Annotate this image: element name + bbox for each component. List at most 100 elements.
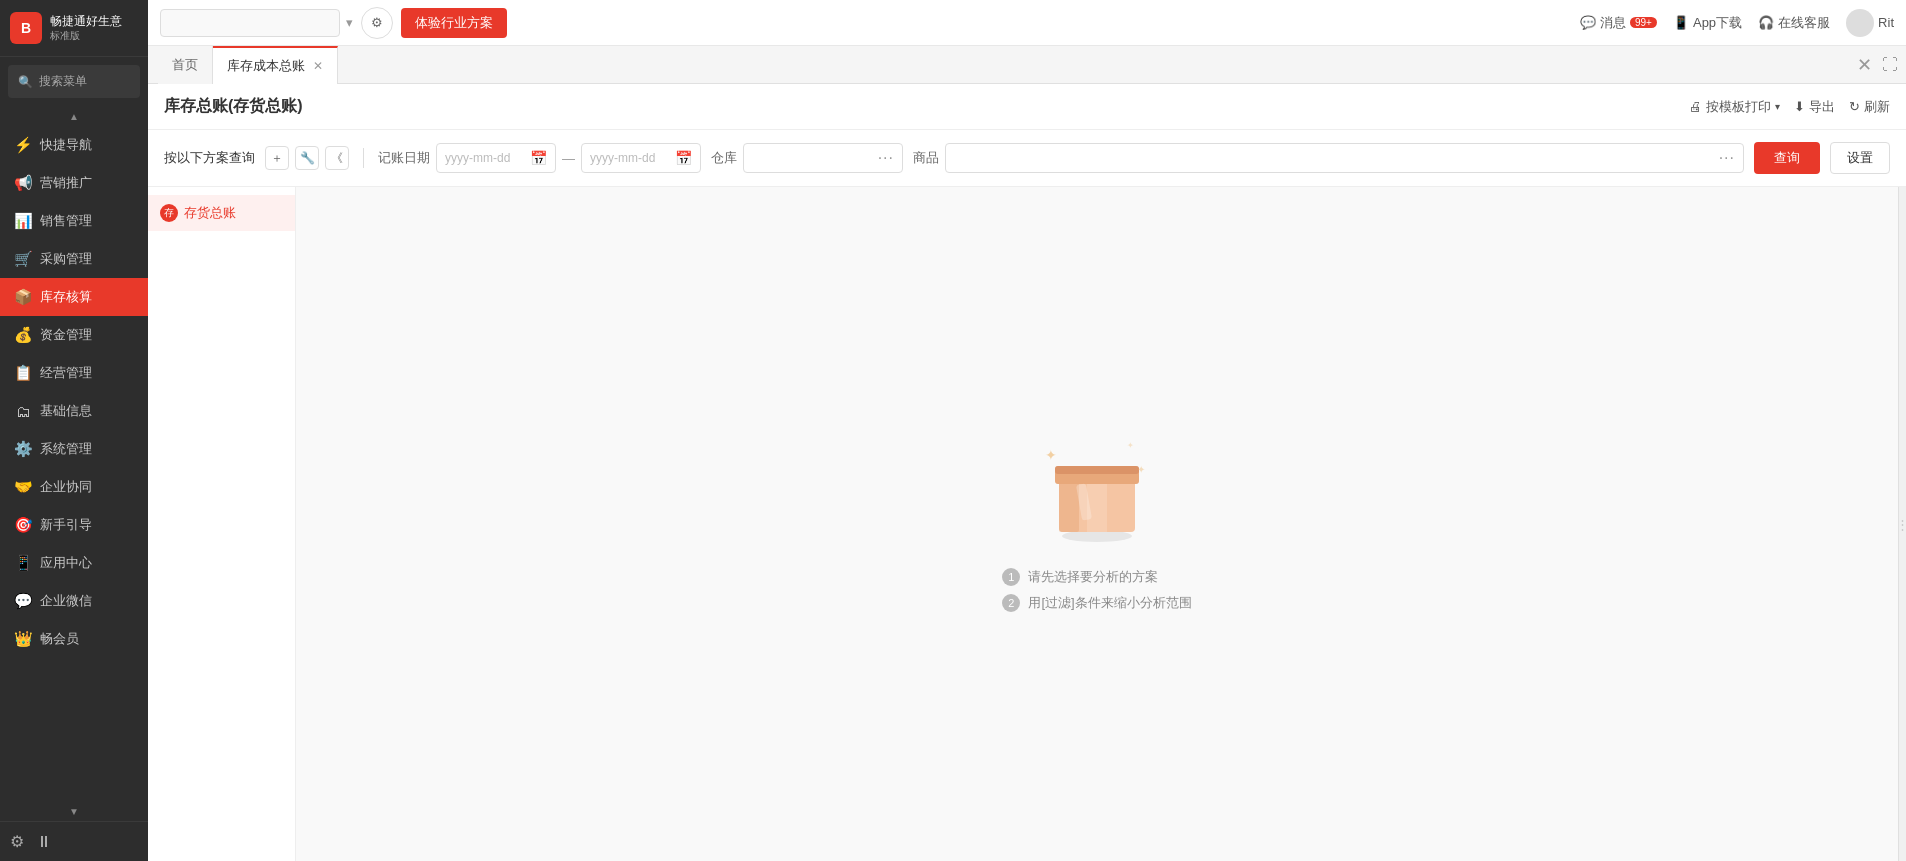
messages-button[interactable]: 💬 消息 99+ bbox=[1580, 14, 1657, 32]
warehouse-selector[interactable]: ··· bbox=[743, 143, 903, 173]
sidebar-item-system[interactable]: ⚙️ 系统管理 bbox=[0, 430, 148, 468]
expand-icon[interactable]: ⛶ bbox=[1882, 56, 1898, 74]
gear-icon: ⚙ bbox=[371, 15, 383, 30]
svg-text:✦: ✦ bbox=[1127, 441, 1134, 450]
query-button[interactable]: 查询 bbox=[1754, 142, 1820, 174]
top-search-input[interactable] bbox=[160, 9, 340, 37]
audio-icon[interactable]: ⏸ bbox=[36, 833, 52, 851]
inventory-icon: 📦 bbox=[14, 288, 32, 306]
tab-inventory-cost[interactable]: 库存成本总账 ✕ bbox=[213, 46, 338, 84]
industry-solution-button[interactable]: 体验行业方案 bbox=[401, 8, 507, 38]
hint-num-1: 1 bbox=[1002, 568, 1020, 586]
sidebar-item-finance[interactable]: 💰 资金管理 bbox=[0, 316, 148, 354]
basic-icon: 🗂 bbox=[14, 403, 32, 420]
search-icon: 🔍 bbox=[18, 75, 33, 89]
right-resize-handle[interactable]: ⋮ bbox=[1898, 187, 1906, 861]
scroll-down-arrow[interactable]: ▼ bbox=[0, 801, 148, 821]
app-download-button[interactable]: 📱 App下载 bbox=[1673, 14, 1742, 32]
user-profile[interactable]: Rit bbox=[1846, 9, 1894, 37]
refresh-button[interactable]: ↻ 刷新 bbox=[1849, 98, 1890, 116]
product-more-icon: ··· bbox=[1719, 149, 1735, 167]
svg-text:✦: ✦ bbox=[1045, 447, 1057, 463]
date-filter-group: 记账日期 yyyy-mm-dd 📅 — yyyy-mm-dd 📅 bbox=[378, 143, 701, 173]
collab-icon: 🤝 bbox=[14, 478, 32, 496]
date-start-input[interactable]: yyyy-mm-dd 📅 bbox=[436, 143, 556, 173]
scheme-item-inventory-ledger[interactable]: 存 存货总账 bbox=[148, 195, 295, 231]
product-selector[interactable]: ··· bbox=[945, 143, 1744, 173]
product-label: 商品 bbox=[913, 149, 939, 167]
tab-close-icon[interactable]: ✕ bbox=[313, 59, 323, 73]
warehouse-more-icon: ··· bbox=[878, 149, 894, 167]
calendar-end-icon[interactable]: 📅 bbox=[675, 150, 692, 166]
dropdown-arrow-icon[interactable]: ▾ bbox=[346, 15, 353, 30]
main-area: ▾ ⚙ 体验行业方案 💬 消息 99+ 📱 App下载 🎧 在线客服 bbox=[148, 0, 1906, 861]
sidebar: B 畅捷通好生意 标准版 🔍 搜索菜单 ▲ ⚡ 快捷导航 📢 营销推广 📊 销售… bbox=[0, 0, 148, 861]
content-body: 存 存货总账 bbox=[148, 187, 1906, 861]
printer-icon: 🖨 bbox=[1689, 99, 1702, 114]
settings-button[interactable]: 设置 bbox=[1830, 142, 1890, 174]
quick-nav-icon: ⚡ bbox=[14, 136, 32, 154]
empty-state: ✦ ✦ ✦ 1 请先选择要分析的方案 2 用[过滤]条件来缩小分析范围 bbox=[1002, 428, 1191, 620]
settings-bottom-icon[interactable]: ⚙ bbox=[10, 832, 24, 851]
empty-hints: 1 请先选择要分析的方案 2 用[过滤]条件来缩小分析范围 bbox=[1002, 568, 1191, 612]
product-filter-group: 商品 ··· bbox=[913, 143, 1744, 173]
top-bar-left: ▾ ⚙ 体验行业方案 bbox=[160, 7, 1570, 39]
data-area: ✦ ✦ ✦ 1 请先选择要分析的方案 2 用[过滤]条件来缩小分析范围 bbox=[296, 187, 1898, 861]
sidebar-item-guide[interactable]: 🎯 新手引导 bbox=[0, 506, 148, 544]
vip-icon: 👑 bbox=[14, 630, 32, 648]
purchase-icon: 🛒 bbox=[14, 250, 32, 268]
warehouse-label: 仓库 bbox=[711, 149, 737, 167]
add-scheme-button[interactable]: ＋ bbox=[265, 146, 289, 170]
top-search-area: ▾ bbox=[160, 9, 353, 37]
system-icon: ⚙️ bbox=[14, 440, 32, 458]
sidebar-item-vip[interactable]: 👑 畅会员 bbox=[0, 620, 148, 658]
sidebar-bottom: ⚙ ⏸ bbox=[0, 821, 148, 861]
sidebar-item-collab[interactable]: 🤝 企业协同 bbox=[0, 468, 148, 506]
export-icon: ⬇ bbox=[1794, 99, 1805, 114]
top-bar: ▾ ⚙ 体验行业方案 💬 消息 99+ 📱 App下载 🎧 在线客服 bbox=[148, 0, 1906, 46]
sidebar-item-app-center[interactable]: 📱 应用中心 bbox=[0, 544, 148, 582]
content-header: 库存总账(存货总账) 🖨 按模板打印 ▾ ⬇ 导出 ↻ 刷新 bbox=[148, 84, 1906, 130]
sidebar-item-sales[interactable]: 📊 销售管理 bbox=[0, 202, 148, 240]
filter-scheme-actions: ＋ 🔧 《 bbox=[265, 146, 349, 170]
print-button[interactable]: 🖨 按模板打印 ▾ bbox=[1689, 98, 1780, 116]
filter-divider bbox=[363, 148, 364, 168]
scheme-item-icon: 存 bbox=[160, 204, 178, 222]
sidebar-search[interactable]: 🔍 搜索菜单 bbox=[8, 65, 140, 98]
app-name: 畅捷通好生意 标准版 bbox=[50, 14, 122, 43]
sidebar-item-inventory[interactable]: 📦 库存核算 bbox=[0, 278, 148, 316]
finance-icon: 💰 bbox=[14, 326, 32, 344]
online-service-button[interactable]: 🎧 在线客服 bbox=[1758, 14, 1830, 32]
filter-row: 记账日期 yyyy-mm-dd 📅 — yyyy-mm-dd 📅 仓库 ··· bbox=[378, 143, 1744, 173]
hint-item-1: 1 请先选择要分析的方案 bbox=[1002, 568, 1191, 586]
phone-icon: 📱 bbox=[1673, 15, 1689, 30]
refresh-icon: ↻ bbox=[1849, 99, 1860, 114]
date-end-input[interactable]: yyyy-mm-dd 📅 bbox=[581, 143, 701, 173]
tabs-bar: 首页 库存成本总账 ✕ ✕ ⛶ bbox=[148, 46, 1906, 84]
empty-box-svg: ✦ ✦ ✦ bbox=[1037, 428, 1157, 548]
sidebar-item-basic[interactable]: 🗂 基础信息 bbox=[0, 392, 148, 430]
manage-scheme-button[interactable]: 🔧 bbox=[295, 146, 319, 170]
svg-text:✦: ✦ bbox=[1137, 464, 1145, 475]
app-center-icon: 📱 bbox=[14, 554, 32, 572]
svg-rect-3 bbox=[1087, 480, 1107, 532]
export-button[interactable]: ⬇ 导出 bbox=[1794, 98, 1835, 116]
sidebar-item-purchase[interactable]: 🛒 采购管理 bbox=[0, 240, 148, 278]
page-title: 库存总账(存货总账) bbox=[164, 96, 303, 117]
hint-item-2: 2 用[过滤]条件来缩小分析范围 bbox=[1002, 594, 1191, 612]
header-actions: 🖨 按模板打印 ▾ ⬇ 导出 ↻ 刷新 bbox=[1689, 98, 1890, 116]
sidebar-item-wechat[interactable]: 💬 企业微信 bbox=[0, 582, 148, 620]
svg-rect-2 bbox=[1059, 480, 1079, 532]
gear-button[interactable]: ⚙ bbox=[361, 7, 393, 39]
sidebar-item-operations[interactable]: 📋 经营管理 bbox=[0, 354, 148, 392]
close-panel-button[interactable]: ✕ bbox=[1853, 50, 1876, 80]
date-separator: — bbox=[562, 151, 575, 166]
calendar-start-icon[interactable]: 📅 bbox=[530, 150, 547, 166]
sidebar-item-marketing[interactable]: 📢 营销推广 bbox=[0, 164, 148, 202]
warehouse-filter-group: 仓库 ··· bbox=[711, 143, 903, 173]
scroll-up-arrow[interactable]: ▲ bbox=[0, 106, 148, 126]
sidebar-item-quick-nav[interactable]: ⚡ 快捷导航 bbox=[0, 126, 148, 164]
tab-home[interactable]: 首页 bbox=[158, 46, 213, 84]
collapse-filter-button[interactable]: 《 bbox=[325, 146, 349, 170]
marketing-icon: 📢 bbox=[14, 174, 32, 192]
